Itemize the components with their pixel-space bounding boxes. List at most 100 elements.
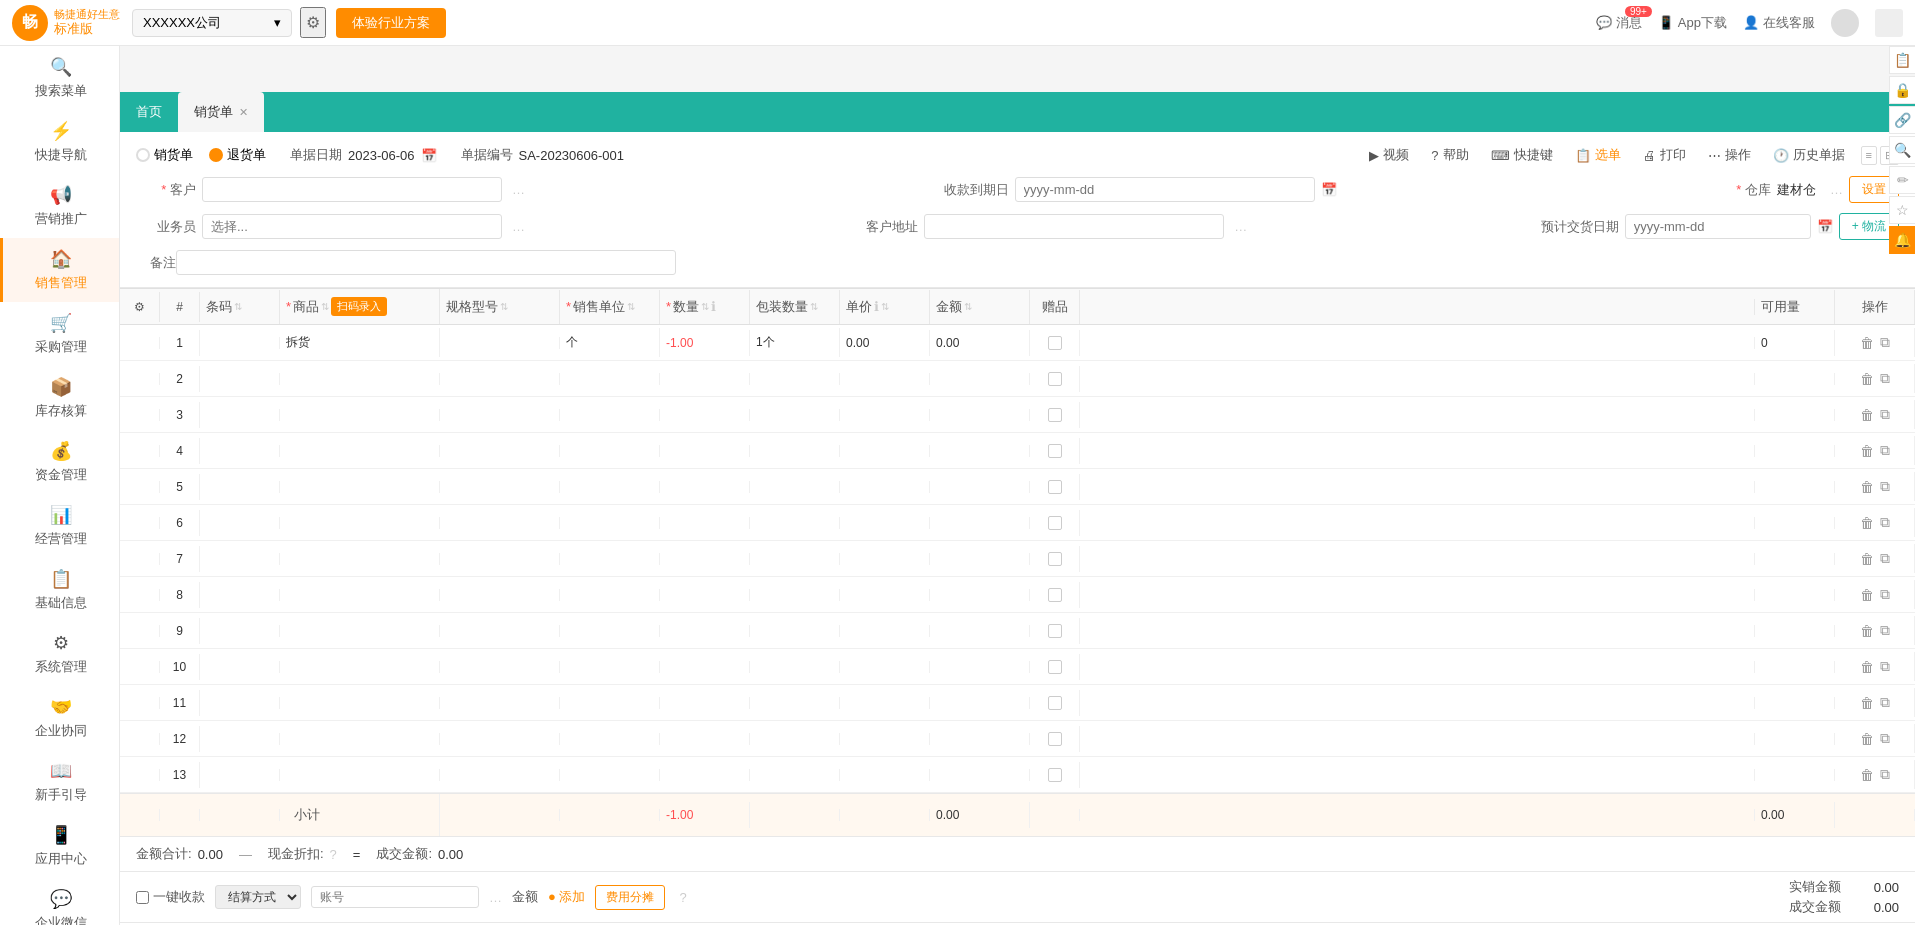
- one-click-checkbox[interactable]: [136, 891, 149, 904]
- copy-row-10-icon[interactable]: ⧉: [1877, 658, 1893, 675]
- right-panel-edit[interactable]: ✏: [1889, 166, 1915, 194]
- sidebar-item-sales[interactable]: 🏠 销售管理: [0, 238, 119, 302]
- sidebar-item-collab[interactable]: 🤝 企业协同: [0, 686, 119, 750]
- sidebar-item-purchase[interactable]: 🛒 采购管理: [0, 302, 119, 366]
- message-button[interactable]: 💬 消息 99+: [1596, 14, 1642, 32]
- expected-cal-icon[interactable]: 📅: [1817, 219, 1833, 234]
- tab-home[interactable]: 首页: [120, 92, 178, 132]
- delete-row-5-icon[interactable]: 🗑: [1857, 479, 1877, 495]
- copy-row-5-icon[interactable]: ⧉: [1877, 478, 1893, 495]
- sidebar-item-search[interactable]: 🔍 搜索菜单: [0, 46, 119, 110]
- payment-method-select[interactable]: 结算方式: [215, 885, 301, 909]
- right-panel-lock[interactable]: 🔒: [1889, 76, 1915, 104]
- gift-checkbox-2[interactable]: [1048, 372, 1062, 386]
- delete-row-13-icon[interactable]: 🗑: [1857, 767, 1877, 783]
- gift-checkbox-10[interactable]: [1048, 660, 1062, 674]
- copy-row-11-icon[interactable]: ⧉: [1877, 694, 1893, 711]
- toolbar-help[interactable]: ? 帮助: [1425, 144, 1474, 166]
- notes-input[interactable]: [176, 250, 676, 275]
- customer-input[interactable]: [202, 177, 502, 202]
- customer-dots[interactable]: …: [512, 182, 525, 197]
- copy-row-13-icon[interactable]: ⧉: [1877, 766, 1893, 783]
- delete-row-9-icon[interactable]: 🗑: [1857, 623, 1877, 639]
- gift-checkbox-12[interactable]: [1048, 732, 1062, 746]
- customer-addr-input[interactable]: [924, 214, 1224, 239]
- delete-row-6-icon[interactable]: 🗑: [1857, 515, 1877, 531]
- delete-row-2-icon[interactable]: 🗑: [1857, 371, 1877, 387]
- payment-dots[interactable]: …: [489, 890, 502, 905]
- delete-row-3-icon[interactable]: 🗑: [1857, 407, 1877, 423]
- expense-split-button[interactable]: 费用分摊: [595, 885, 665, 910]
- gift-checkbox-8[interactable]: [1048, 588, 1062, 602]
- toolbar-history[interactable]: 🕐 历史单据: [1767, 144, 1851, 166]
- toolbar-shortcut[interactable]: ⌨ 快捷键: [1485, 144, 1559, 166]
- toolbar-operations[interactable]: ⋯ 操作: [1702, 144, 1757, 166]
- gift-checkbox-4[interactable]: [1048, 444, 1062, 458]
- right-panel-link[interactable]: 🔗: [1889, 106, 1915, 134]
- gift-checkbox-3[interactable]: [1048, 408, 1062, 422]
- gift-checkbox-11[interactable]: [1048, 696, 1062, 710]
- copy-row-7-icon[interactable]: ⧉: [1877, 550, 1893, 567]
- receipt-date-input[interactable]: [1015, 177, 1315, 202]
- view-list-icon[interactable]: ≡: [1861, 146, 1877, 165]
- sidebar-item-inventory[interactable]: 📦 库存核算: [0, 366, 119, 430]
- delete-row-7-icon[interactable]: 🗑: [1857, 551, 1877, 567]
- sidebar-item-guide[interactable]: 📖 新手引导: [0, 750, 119, 814]
- copy-row-1-icon[interactable]: ⧉: [1877, 334, 1893, 351]
- right-panel-search[interactable]: 🔍: [1889, 136, 1915, 164]
- copy-row-8-icon[interactable]: ⧉: [1877, 586, 1893, 603]
- settings-icon-button[interactable]: ⚙: [300, 7, 326, 38]
- warehouse-dots[interactable]: …: [1830, 182, 1843, 197]
- company-selector[interactable]: XXXXXX公司 ▾: [132, 9, 292, 37]
- calendar-icon[interactable]: 📅: [421, 148, 437, 163]
- sidebar-item-basics[interactable]: 📋 基础信息: [0, 558, 119, 622]
- copy-row-9-icon[interactable]: ⧉: [1877, 622, 1893, 639]
- gift-checkbox-13[interactable]: [1048, 768, 1062, 782]
- right-panel-clipboard[interactable]: 📋: [1889, 46, 1915, 74]
- salesperson-dots[interactable]: …: [512, 219, 525, 234]
- sidebar-item-wechat[interactable]: 💬 企业微信: [0, 878, 119, 925]
- sidebar-item-system[interactable]: ⚙ 系统管理: [0, 622, 119, 686]
- gift-checkbox-6[interactable]: [1048, 516, 1062, 530]
- delete-row-12-icon[interactable]: 🗑: [1857, 731, 1877, 747]
- expected-date-input[interactable]: [1625, 214, 1811, 239]
- gift-checkbox-7[interactable]: [1048, 552, 1062, 566]
- sidebar-item-operations[interactable]: 📊 经营管理: [0, 494, 119, 558]
- delete-row-10-icon[interactable]: 🗑: [1857, 659, 1877, 675]
- sidebar-item-finance[interactable]: 💰 资金管理: [0, 430, 119, 494]
- tab-sales-order[interactable]: 销货单 ✕: [178, 92, 264, 132]
- gift-checkbox-1[interactable]: [1048, 336, 1062, 350]
- sidebar-item-marketing[interactable]: 📢 营销推广: [0, 174, 119, 238]
- sidebar-item-shortcut[interactable]: ⚡ 快捷导航: [0, 110, 119, 174]
- toolbar-video[interactable]: ▶ 视频: [1363, 144, 1415, 166]
- user-menu[interactable]: [1875, 9, 1903, 37]
- receipt-cal-icon[interactable]: 📅: [1321, 182, 1337, 197]
- gift-checkbox-5[interactable]: [1048, 480, 1062, 494]
- toolbar-select[interactable]: 📋 选单: [1569, 144, 1627, 166]
- trial-button[interactable]: 体验行业方案: [336, 8, 446, 38]
- gift-checkbox-9[interactable]: [1048, 624, 1062, 638]
- delete-row-11-icon[interactable]: 🗑: [1857, 695, 1877, 711]
- copy-row-2-icon[interactable]: ⧉: [1877, 370, 1893, 387]
- scan-button[interactable]: 扫码录入: [331, 297, 387, 316]
- copy-row-3-icon[interactable]: ⧉: [1877, 406, 1893, 423]
- radio-return-order[interactable]: 退货单: [209, 146, 266, 164]
- app-download-button[interactable]: 📱 App下载: [1658, 14, 1727, 32]
- right-panel-star[interactable]: ☆: [1889, 196, 1915, 224]
- radio-sales-order[interactable]: 销货单: [136, 146, 193, 164]
- delete-row-8-icon[interactable]: 🗑: [1857, 587, 1877, 603]
- copy-row-4-icon[interactable]: ⧉: [1877, 442, 1893, 459]
- tab-close-icon[interactable]: ✕: [239, 106, 248, 119]
- right-panel-bell[interactable]: 🔔: [1889, 226, 1915, 254]
- th-settings[interactable]: ⚙: [120, 292, 160, 322]
- sidebar-item-appstore[interactable]: 📱 应用中心: [0, 814, 119, 878]
- salesperson-input[interactable]: [202, 214, 502, 239]
- account-input[interactable]: [311, 886, 479, 908]
- delete-row-1-icon[interactable]: 🗑: [1857, 335, 1877, 351]
- addr-dots[interactable]: …: [1234, 219, 1247, 234]
- copy-row-12-icon[interactable]: ⧉: [1877, 730, 1893, 747]
- online-service-button[interactable]: 👤 在线客服: [1743, 14, 1815, 32]
- add-button-pay[interactable]: ● 添加: [548, 888, 585, 906]
- toolbar-print[interactable]: 🖨 打印: [1637, 144, 1692, 166]
- copy-row-6-icon[interactable]: ⧉: [1877, 514, 1893, 531]
